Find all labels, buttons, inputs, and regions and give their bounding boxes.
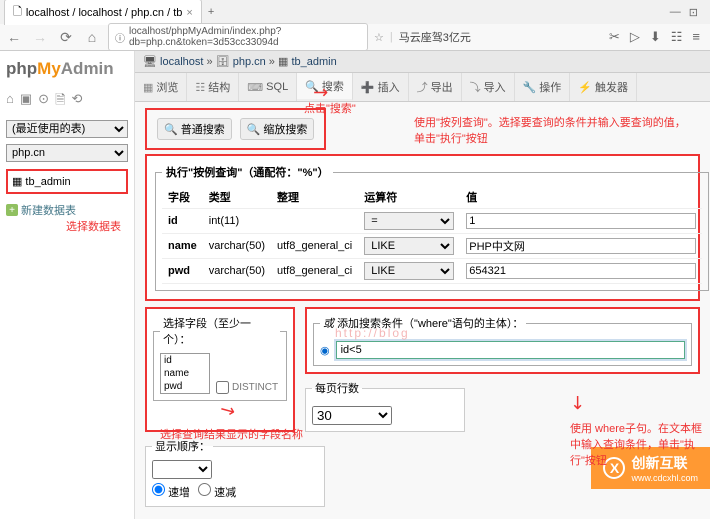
table-item-tb-admin[interactable]: ▦ tb_admin: [12, 173, 122, 190]
display-order-box: 显示顺序： 速增 速减: [145, 438, 325, 507]
tab-sql[interactable]: ⌨SQL: [239, 73, 297, 101]
query-table: 字段 类型 整理 运算符 值 id int(11) = name: [162, 186, 702, 284]
db-icon: 🗄: [216, 56, 230, 68]
rows-select[interactable]: 30: [312, 406, 392, 425]
order-field-select[interactable]: [152, 460, 212, 479]
tab-title: localhost / localhost / php.cn / tb: [26, 7, 183, 19]
reload-button[interactable]: ⟳: [56, 29, 76, 46]
play-icon[interactable]: ▷: [630, 29, 640, 45]
field-select-legend: 选择字段（至少一个）：: [160, 315, 280, 347]
content-tabs: ▦浏览 ☷结构 ⌨SQL 🔍搜索 ➕插入 ⤴导出 ⤵导入 🔧操作 ⚡触发器: [135, 73, 710, 102]
tab-insert[interactable]: ➕插入: [353, 73, 409, 101]
screenshot-icon[interactable]: ✂: [609, 29, 620, 45]
distinct-checkbox[interactable]: [216, 381, 229, 394]
reload-nav-icon[interactable]: ⟲: [72, 91, 83, 113]
mode-simple-search[interactable]: 🔍普通搜索: [157, 118, 232, 140]
docs-icon[interactable]: 🗎: [55, 91, 65, 113]
order-asc[interactable]: 速增: [152, 483, 190, 500]
order-desc[interactable]: 速减: [198, 483, 236, 500]
tab-browse[interactable]: ▦浏览: [135, 73, 187, 101]
watermark-ghost: http://blog: [335, 326, 410, 340]
close-icon[interactable]: ×: [186, 7, 192, 19]
plus-icon: +: [6, 204, 18, 216]
database-select[interactable]: php.cn: [6, 144, 128, 162]
new-tab-button[interactable]: +: [202, 4, 220, 20]
query-by-example-box: 执行"按例查询"（通配符："%"） 字段 类型 整理 运算符 值 id int(…: [145, 154, 700, 301]
search-mode-box: 🔍普通搜索 🔍缩放搜索: [145, 108, 326, 150]
bc-server[interactable]: localhost: [160, 56, 203, 68]
operator-select-id[interactable]: =: [364, 212, 454, 230]
table-icon: ▦: [278, 56, 288, 68]
restore-icon[interactable]: ⊡: [689, 6, 698, 19]
recent-tables-select[interactable]: (最近使用的表): [6, 120, 128, 138]
value-input-pwd[interactable]: [466, 263, 696, 279]
operator-select-name[interactable]: LIKE: [364, 237, 454, 255]
tab-structure[interactable]: ☷结构: [187, 73, 239, 101]
bc-table[interactable]: tb_admin: [291, 56, 336, 68]
table-tree-highlight: ▦ tb_admin: [6, 169, 128, 194]
info-icon: ⓘ: [115, 30, 125, 45]
back-button[interactable]: ←: [4, 29, 24, 45]
where-input[interactable]: [336, 341, 685, 359]
phpmyadmin-logo: phpMyAdmin: [6, 55, 128, 87]
tab-import[interactable]: ⤵导入: [462, 73, 515, 101]
browser-tab[interactable]: 🗋 localhost / localhost / php.cn / tb ×: [4, 0, 202, 25]
tab-export[interactable]: ⤴导出: [409, 73, 462, 101]
query-row-id: id int(11) =: [162, 209, 702, 234]
table-icon: ▦: [12, 175, 22, 188]
home-icon[interactable]: ⌂: [6, 91, 14, 113]
extensions-icon[interactable]: ☷: [671, 29, 683, 45]
news-text: 马云座驾3亿元: [399, 29, 471, 45]
value-input-name[interactable]: [466, 238, 696, 254]
where-clause-box: 或 添加搜索条件（"where"语句的主体）： ◉: [305, 307, 700, 374]
tab-favicon: 🗋: [13, 3, 22, 22]
tab-operations[interactable]: 🔧操作: [515, 73, 571, 101]
qbe-legend: 执行"按例查询"（通配符："%"）: [162, 164, 333, 180]
rows-legend: 每页行数: [312, 380, 362, 396]
anno-select-fields: 选择查询结果显示的字段名称: [160, 426, 303, 442]
query-row-pwd: pwd varchar(50) utf8_general_ci LIKE: [162, 259, 702, 284]
bc-database[interactable]: php.cn: [233, 56, 266, 68]
sql-icon[interactable]: ▣: [20, 91, 32, 113]
anno-use-columns: 使用"按列查询"。选择要查询的条件并输入要查询的值，单击"执行"按钮: [414, 114, 694, 146]
anno-select-table: 选择数据表: [66, 218, 121, 234]
sidebar: phpMyAdmin ⌂ ▣ ⊙ 🗎 ⟲ (最近使用的表) php.cn ▦ t…: [0, 51, 135, 519]
server-icon: 🖥: [143, 56, 157, 68]
url-input[interactable]: ⓘ localhost/phpMyAdmin/index.php?db=php.…: [108, 23, 368, 51]
forward-button[interactable]: →: [30, 29, 50, 45]
query-row-name: name varchar(50) utf8_general_ci LIKE: [162, 234, 702, 259]
help-icon[interactable]: ⊙: [38, 91, 49, 113]
download-icon[interactable]: ⬇: [650, 29, 661, 45]
minimize-icon[interactable]: —: [670, 6, 681, 19]
home-button[interactable]: ⌂: [82, 29, 102, 45]
url-bar: ← → ⟳ ⌂ ⓘ localhost/phpMyAdmin/index.php…: [0, 24, 710, 50]
or-icon: ◉: [320, 344, 330, 357]
operator-select-pwd[interactable]: LIKE: [364, 262, 454, 280]
tab-triggers[interactable]: ⚡触发器: [570, 73, 637, 101]
menu-icon[interactable]: ≡: [692, 29, 700, 45]
rows-per-page-box: 每页行数 30: [305, 380, 465, 432]
breadcrumb: 🖥 localhost » 🗄 php.cn » ▦ tb_admin: [135, 51, 710, 73]
anno-use-where: 使用 where子句。在文本框中输入查询条件，单击"执行"按钮: [570, 420, 710, 468]
field-multiselect[interactable]: id name pwd: [160, 353, 210, 394]
browser-tab-bar: 🗋 localhost / localhost / php.cn / tb × …: [0, 0, 710, 24]
value-input-id[interactable]: [466, 213, 696, 229]
mode-zoom-search[interactable]: 🔍缩放搜索: [240, 118, 315, 140]
anno-click-search: 点击"搜索": [304, 100, 356, 116]
